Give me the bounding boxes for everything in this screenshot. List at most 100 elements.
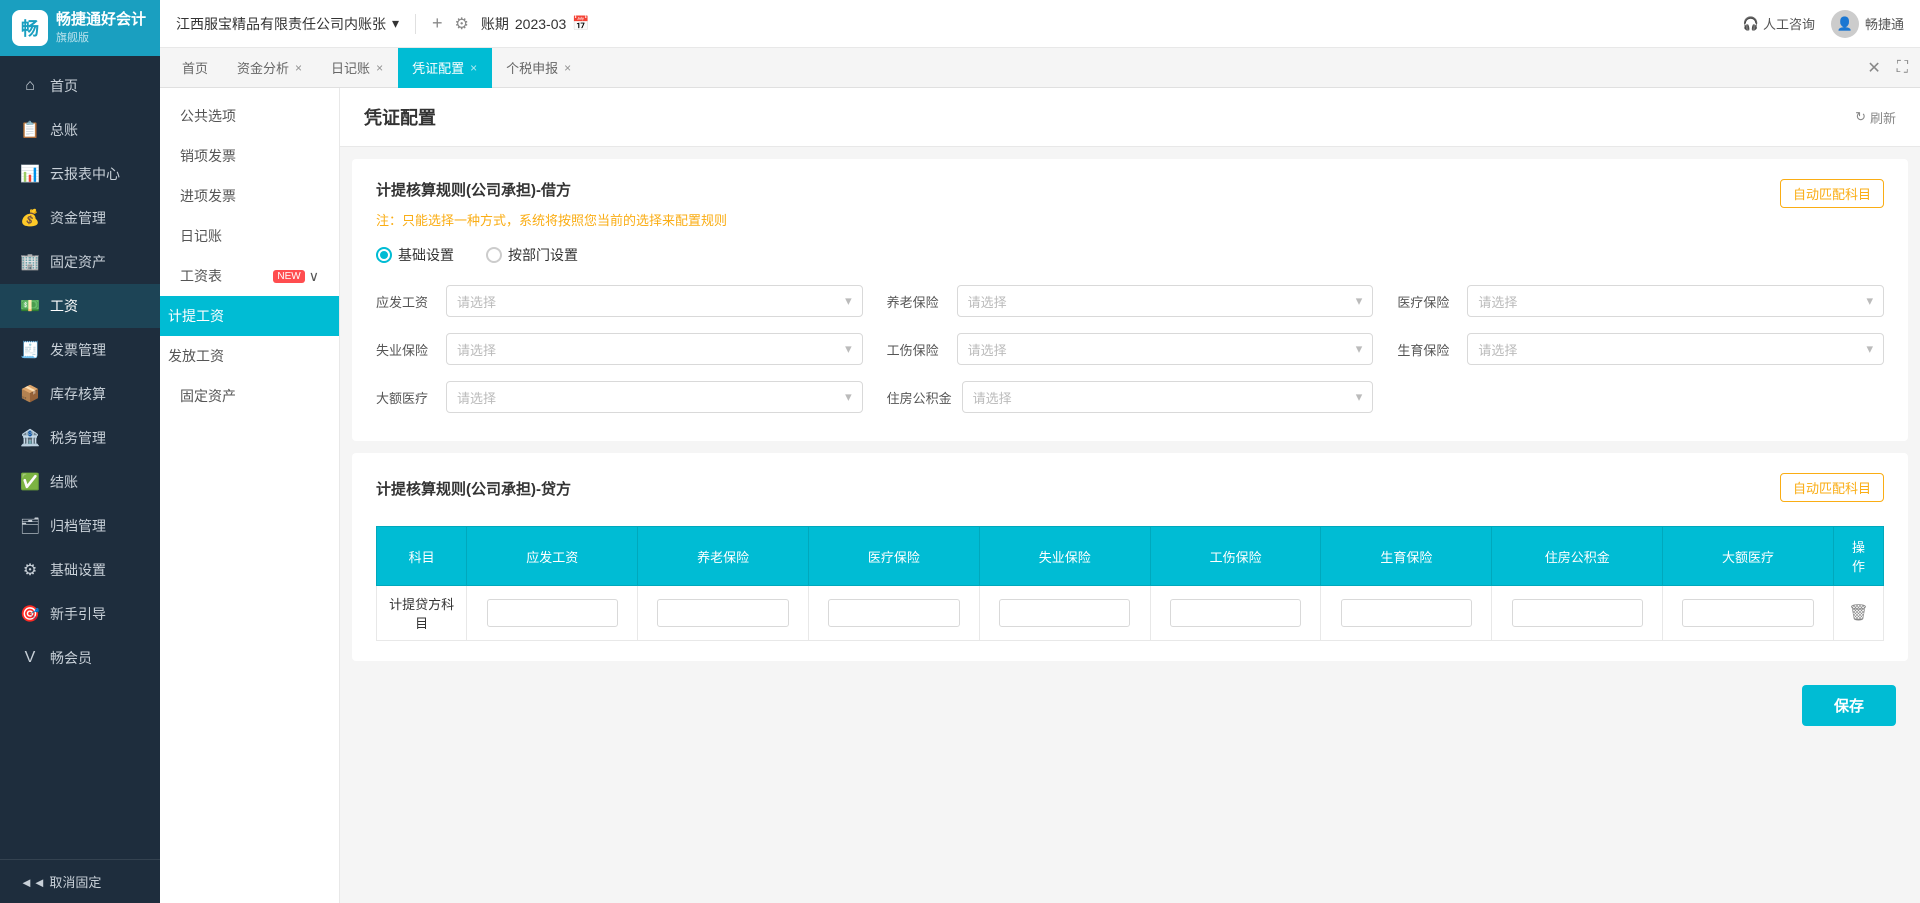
td-yanglao[interactable] xyxy=(638,586,809,641)
td-shengyu[interactable] xyxy=(1321,586,1492,641)
sidebar-item-assets[interactable]: 🏢固定资产 xyxy=(0,240,160,284)
refresh-button[interactable]: ↻ 刷新 xyxy=(1855,108,1896,127)
tab-tax-report-close[interactable]: × xyxy=(564,61,571,75)
left-menu-item-salary-payment[interactable]: 发放工资 xyxy=(160,336,339,376)
td-daejin[interactable] xyxy=(1663,586,1834,641)
left-menu-item-public[interactable]: 公共选项 xyxy=(160,96,339,136)
select-yingfa-gongzi[interactable]: 请选择 ▾ xyxy=(446,285,863,317)
sidebar-item-tax[interactable]: 🏦税务管理 xyxy=(0,416,160,460)
headset-icon: 🎧 xyxy=(1743,16,1759,32)
left-menu-item-fixed-assets[interactable]: 固定资产 xyxy=(160,376,339,416)
tab-journal-close[interactable]: × xyxy=(376,61,383,75)
input-daejin[interactable] xyxy=(1682,599,1813,627)
select-shengyu-baoxian-arrow: ▾ xyxy=(1866,341,1873,357)
td-shiye[interactable] xyxy=(979,586,1150,641)
logo-sub: 旗舰版 xyxy=(56,29,146,45)
input-yiliao[interactable] xyxy=(828,599,959,627)
th-yiliao: 医疗保险 xyxy=(809,527,980,586)
select-yiliao-baoxian-arrow: ▾ xyxy=(1866,293,1873,309)
credit-auto-match-button[interactable]: 自动匹配科目 xyxy=(1780,473,1884,502)
nav-icon-salary: 💵 xyxy=(20,296,40,316)
select-shengyu-baoxian[interactable]: 请选择 ▾ xyxy=(1467,333,1884,365)
field-yiliao-baoxian: 医疗保险 请选择 ▾ xyxy=(1397,285,1884,317)
left-menu-item-salary-accrual[interactable]: 计提工资 xyxy=(160,296,339,336)
sidebar-item-reports[interactable]: 📊 云报表中心 xyxy=(0,152,160,196)
nav-icon-assets: 🏢 xyxy=(20,252,40,272)
debit-section-title: 计提核算规则(公司承担)-借方 xyxy=(376,179,727,200)
sidebar-item-guide[interactable]: 🎯新手引导 xyxy=(0,592,160,636)
avatar: 👤 xyxy=(1831,10,1859,38)
tab-journal[interactable]: 日记账 × xyxy=(317,48,398,88)
debit-auto-match-button[interactable]: 自动匹配科目 xyxy=(1780,179,1884,208)
select-yiliao-baoxian[interactable]: 请选择 ▾ xyxy=(1467,285,1884,317)
select-zhufang-gongjijin[interactable]: 请选择 ▾ xyxy=(962,381,1374,413)
service-label: 人工咨询 xyxy=(1763,14,1815,33)
service-button[interactable]: 🎧 人工咨询 xyxy=(1743,14,1815,33)
nav-icon-reports: 📊 xyxy=(20,164,40,184)
tab-fund-close[interactable]: × xyxy=(295,61,302,75)
expand-tab-button[interactable]: ⛶ xyxy=(1893,55,1912,81)
nav-icon-vip: V xyxy=(20,649,40,667)
sidebar-item-inventory[interactable]: 📦库存核算 xyxy=(0,372,160,416)
tab-tax-report[interactable]: 个税申报 × xyxy=(492,48,586,88)
close-tab-button[interactable]: ✕ xyxy=(1863,54,1884,82)
period-value: 2023-03 xyxy=(515,16,566,32)
left-menu-item-journal[interactable]: 日记账 xyxy=(160,216,339,256)
settings-icon[interactable]: ⚙ xyxy=(455,14,469,34)
sidebar-item-home[interactable]: ⌂首页 xyxy=(0,64,160,108)
nav-label-inventory: 库存核算 xyxy=(50,384,106,404)
nav-label-reports: 云报表中心 xyxy=(50,164,120,184)
left-menu-item-salary-table[interactable]: 工资表 NEW ∨ xyxy=(160,256,339,296)
delete-icon[interactable]: 🗑 xyxy=(1848,605,1868,622)
sidebar-item-vip[interactable]: V畅会员 xyxy=(0,636,160,680)
select-gongshang-baoxian[interactable]: 请选择 ▾ xyxy=(957,333,1374,365)
select-zhufang-gongjijin-arrow: ▾ xyxy=(1356,389,1363,405)
td-gongshang[interactable] xyxy=(1150,586,1321,641)
input-gongshang[interactable] xyxy=(1170,599,1301,627)
input-shiye[interactable] xyxy=(999,599,1130,627)
nav-icon-funds: 💰 xyxy=(20,208,40,228)
td-zhufang[interactable] xyxy=(1492,586,1663,641)
sidebar-item-salary[interactable]: 💵工资 xyxy=(0,284,160,328)
tab-voucher-config-close[interactable]: × xyxy=(470,61,477,75)
select-shiye-baoxian[interactable]: 请选择 ▾ xyxy=(446,333,863,365)
sidebar-item-ledger[interactable]: 📋总账 xyxy=(0,108,160,152)
tab-home[interactable]: 首页 xyxy=(168,48,223,88)
input-yanglao[interactable] xyxy=(657,599,788,627)
company-selector[interactable]: 江西服宝精品有限责任公司内账张 ▾ xyxy=(176,14,399,34)
tab-fund[interactable]: 资金分析 × xyxy=(223,48,317,88)
sidebar-item-invoice[interactable]: 🧾发票管理 xyxy=(0,328,160,372)
td-yiliao[interactable] xyxy=(809,586,980,641)
input-zhufang[interactable] xyxy=(1512,599,1643,627)
sidebar-item-archive[interactable]: 🗂归档管理 xyxy=(0,504,160,548)
save-area: 保存 xyxy=(340,673,1920,738)
select-daejin-yiliao[interactable]: 请选择 ▾ xyxy=(446,381,863,413)
save-button[interactable]: 保存 xyxy=(1802,685,1896,726)
tabs-right: ✕ ⛶ xyxy=(1863,54,1912,82)
radio-basic[interactable]: 基础设置 xyxy=(376,245,454,265)
td-delete[interactable]: 🗑 xyxy=(1833,586,1883,641)
sidebar-item-checkout[interactable]: ✅结账 xyxy=(0,460,160,504)
radio-group: 基础设置 按部门设置 xyxy=(376,245,1884,265)
select-shiye-baoxian-placeholder: 请选择 xyxy=(457,340,496,359)
left-menu-item-sales-invoice[interactable]: 销项发票 xyxy=(160,136,339,176)
field-daejin-yiliao: 大额医疗 请选择 ▾ xyxy=(376,381,863,413)
input-shengyu[interactable] xyxy=(1341,599,1472,627)
tab-journal-label: 日记账 xyxy=(331,58,370,77)
topbar-right: 🎧 人工咨询 👤 畅捷通 xyxy=(1743,10,1904,38)
sidebar-item-settings[interactable]: ⚙基础设置 xyxy=(0,548,160,592)
radio-basic-circle xyxy=(376,247,392,263)
radio-department[interactable]: 按部门设置 xyxy=(486,245,578,265)
calendar-icon[interactable]: 📅 xyxy=(572,15,589,32)
tab-voucher-config[interactable]: 凭证配置 × xyxy=(398,48,492,88)
sidebar-item-funds[interactable]: 💰资金管理 xyxy=(0,196,160,240)
left-menu-item-purchase-invoice[interactable]: 进项发票 xyxy=(160,176,339,216)
td-yingfa[interactable] xyxy=(467,586,638,641)
add-tab-button[interactable]: + xyxy=(432,13,443,34)
user-button[interactable]: 👤 畅捷通 xyxy=(1831,10,1904,38)
nav-icon-home: ⌂ xyxy=(20,77,40,95)
sidebar-footer[interactable]: ◄◄ 取消固定 xyxy=(0,859,160,903)
input-yingfa[interactable] xyxy=(487,599,618,627)
select-yanglao-baoxian[interactable]: 请选择 ▾ xyxy=(957,285,1374,317)
th-gongshang: 工伤保险 xyxy=(1150,527,1321,586)
